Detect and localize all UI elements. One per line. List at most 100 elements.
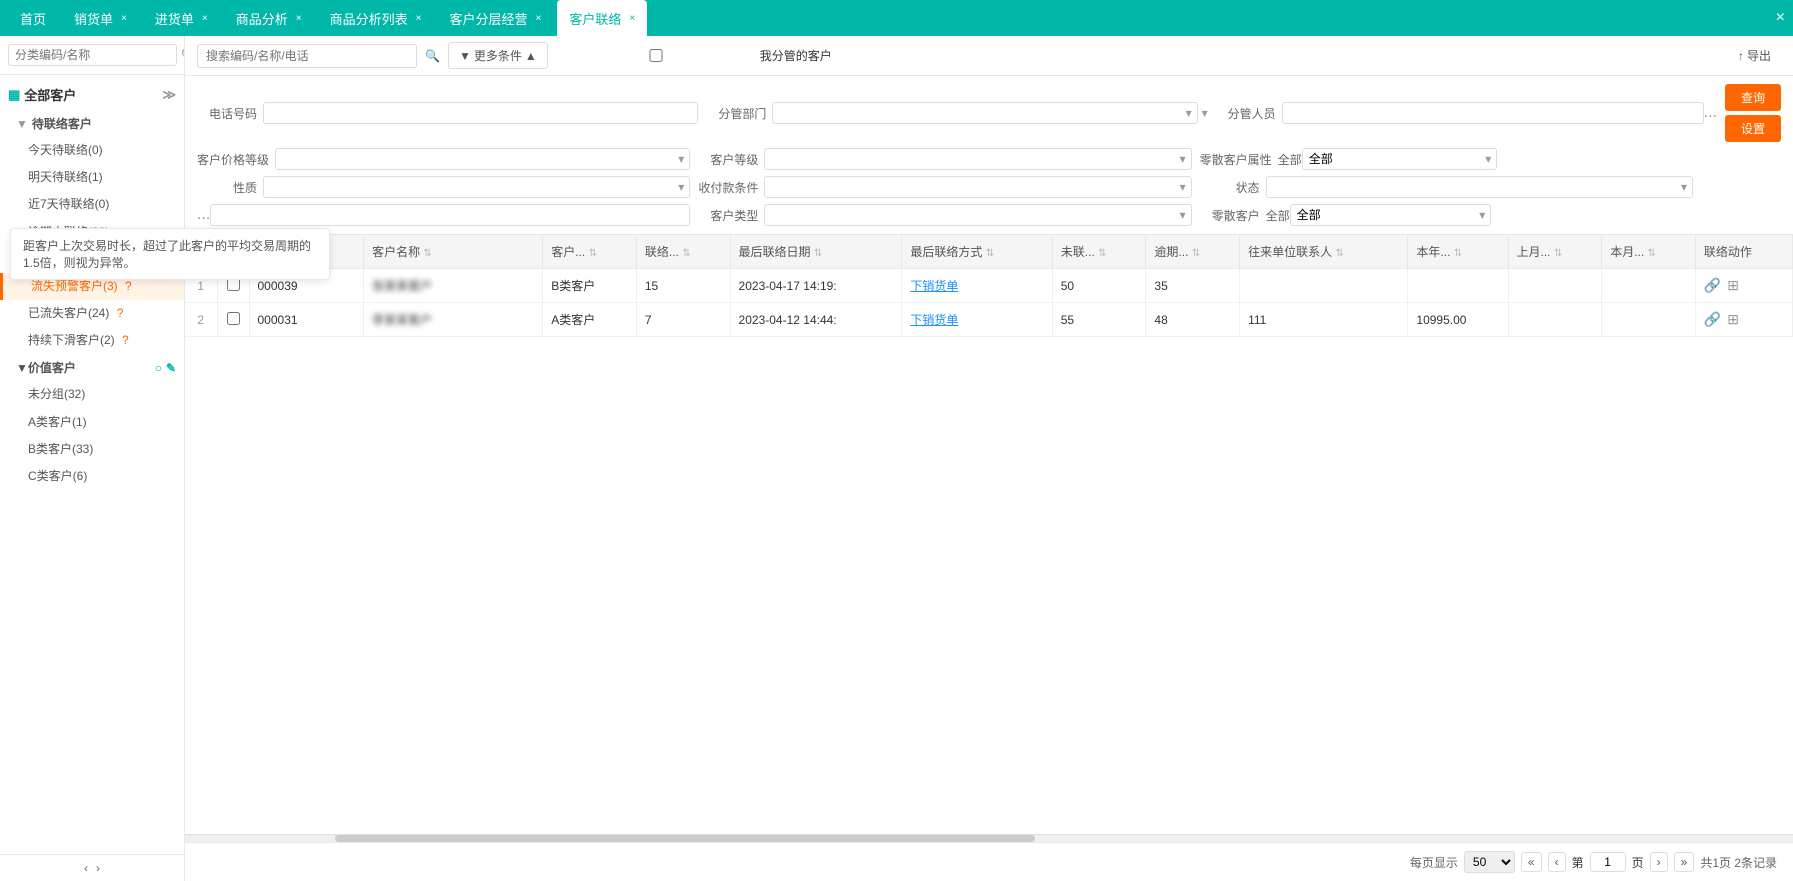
customer-type-label: 客户类型 (698, 207, 758, 224)
manager-label: 分管人员 (1216, 105, 1276, 122)
close-product-list-tab[interactable]: × (416, 13, 422, 24)
contacts-sort-icon: ⇅ (1335, 248, 1343, 259)
all-customers-header[interactable]: ▦ 全部客户 ≫ (0, 79, 184, 110)
close-purchase-tab[interactable]: × (202, 13, 208, 24)
row1-link-icon[interactable]: 🔗 (1704, 277, 1721, 294)
col-this-month[interactable]: 本月... ⇅ (1602, 235, 1696, 269)
customer-type-select[interactable] (764, 204, 1191, 226)
sidebar-search-input[interactable] (8, 44, 177, 66)
sidebar-item-lost-customers[interactable]: 已流失客户(24) ? (0, 300, 184, 327)
uncontacted-header: 未联... (1061, 245, 1095, 259)
col-last-month[interactable]: 上月... ⇅ (1508, 235, 1602, 269)
sidebar-item-today[interactable]: 今天待联络(0) (0, 137, 184, 164)
misc1-more-icon[interactable]: ... (197, 207, 210, 223)
misc1-input[interactable] (210, 204, 690, 226)
section-pending-contact[interactable]: ▼ 待联络客户 (0, 110, 184, 137)
filter-status: 状态 (1200, 176, 1693, 198)
sidebar-item-class-b[interactable]: B类客户(33) (0, 436, 184, 463)
col-last-method[interactable]: 最后联络方式 ⇅ (902, 235, 1052, 269)
contact-sort-icon: ⇅ (682, 248, 690, 259)
manager-input[interactable] (1282, 102, 1704, 124)
sidebar-item-class-c[interactable]: C类客户(6) (0, 463, 184, 490)
tab-customer-segment[interactable]: 客户分层经营 × (437, 0, 553, 36)
tab-customer-contact[interactable]: 客户联络 × (557, 0, 647, 36)
col-overdue[interactable]: 逾期... ⇅ (1146, 235, 1240, 269)
this-month-sort-icon: ⇅ (1648, 248, 1656, 259)
manager-more-icon[interactable]: ... (1704, 105, 1717, 121)
search-icon[interactable]: 🔍 (425, 49, 440, 63)
prev-page-btn[interactable]: ‹ (1548, 852, 1566, 872)
nature-select[interactable] (263, 176, 690, 198)
page-input[interactable] (1590, 852, 1626, 872)
retail-attr-select[interactable]: 全部 (1302, 148, 1498, 170)
pencil-icon[interactable]: ✎ (166, 361, 176, 375)
my-customers-checkbox[interactable]: 我分管的客户 (556, 47, 832, 64)
row2-checkbox[interactable] (217, 303, 249, 337)
retail-customer-select[interactable]: 全部 (1290, 204, 1492, 226)
sidebar-item-ungrouped[interactable]: 未分组(32) (0, 381, 184, 408)
col-last-date[interactable]: 最后联络日期 ⇅ (730, 235, 902, 269)
customer-grade-select[interactable] (764, 148, 1191, 170)
row2-method-link[interactable]: 下销货单 (910, 313, 958, 327)
sidebar-item-class-a[interactable]: A类客户(1) (0, 409, 184, 436)
close-sales-tab[interactable]: × (121, 13, 127, 24)
payment-select[interactable] (764, 176, 1191, 198)
sidebar-item-tomorrow[interactable]: 明天待联络(1) (0, 164, 184, 191)
sidebar: 🔍 ≪ ▦ 全部客户 ≫ ▼ 待联络客户 今天待联络(0) (0, 36, 185, 881)
tab-purchase[interactable]: 进货单 × (143, 0, 220, 36)
per-page-select[interactable]: 20 50 100 200 (1464, 851, 1515, 873)
horizontal-scrollbar[interactable] (185, 834, 1793, 842)
dept-select[interactable] (772, 102, 1197, 124)
sidebar-next-btn[interactable]: › (96, 861, 100, 875)
row1-overdue: 35 (1146, 269, 1240, 303)
tab-product-list[interactable]: 商品分析列表 × (318, 0, 434, 36)
dept-more-icon[interactable]: ▾ (1202, 106, 1208, 120)
sidebar-collapse-btn[interactable]: ≫ (162, 87, 176, 103)
type-header: 客户... (551, 245, 585, 259)
sidebar-item-7days[interactable]: 近7天待联络(0) (0, 191, 184, 218)
row2-action: 🔗 ⊞ (1695, 303, 1792, 337)
sidebar-item-declining-customers[interactable]: 持续下滑客户(2) ? (0, 327, 184, 354)
export-button[interactable]: ↑ 导出 (1728, 43, 1781, 68)
col-uncontacted[interactable]: 未联... ⇅ (1052, 235, 1146, 269)
next-page-btn[interactable]: › (1650, 852, 1668, 872)
query-button[interactable]: 查询 (1725, 84, 1781, 111)
row2-last-method[interactable]: 下销货单 (902, 303, 1052, 337)
retail-customer-label: 零散客户 (1200, 207, 1260, 224)
tab-home[interactable]: 首页 (8, 0, 58, 36)
close-all-button[interactable]: × (1776, 9, 1785, 27)
col-name[interactable]: 客户名称 ⇅ (364, 235, 543, 269)
close-customer-contact-tab[interactable]: × (629, 13, 635, 24)
col-this-year[interactable]: 本年... ⇅ (1408, 235, 1508, 269)
status-select[interactable] (1266, 176, 1693, 198)
tab-product-analysis[interactable]: 商品分析 × (224, 0, 314, 36)
close-customer-segment-tab[interactable]: × (535, 13, 541, 24)
row1-grid-icon[interactable]: ⊞ (1727, 277, 1739, 294)
col-contact-num[interactable]: 联络... ⇅ (636, 235, 730, 269)
search-input[interactable] (197, 44, 417, 68)
row1-last-method[interactable]: 下销货单 (902, 269, 1052, 303)
last-page-btn[interactable]: » (1674, 852, 1695, 872)
row1-method-link[interactable]: 下销货单 (910, 279, 958, 293)
my-customers-check[interactable] (556, 49, 756, 62)
circle-icon[interactable]: ○ (155, 361, 162, 375)
row2-grid-icon[interactable]: ⊞ (1727, 311, 1739, 328)
col-contacts[interactable]: 往来单位联系人 ⇅ (1240, 235, 1408, 269)
row2-check[interactable] (227, 312, 240, 325)
sidebar-prev-btn[interactable]: ‹ (84, 861, 88, 875)
section-value-customers[interactable]: ▼ 价值客户 ○ ✎ (0, 354, 184, 381)
row2-this-year: 10995.00 (1408, 303, 1508, 337)
arrow-value-icon: ▼ (16, 361, 28, 375)
more-conditions-btn[interactable]: ▼ 更多条件 ▲ (448, 42, 548, 69)
scrollbar-thumb[interactable] (335, 835, 1035, 842)
export-icon: ↑ (1738, 49, 1744, 63)
row1-contacts (1240, 269, 1408, 303)
close-product-analysis-tab[interactable]: × (296, 13, 302, 24)
settings-button[interactable]: 设置 (1725, 115, 1781, 142)
first-page-btn[interactable]: « (1521, 852, 1542, 872)
row2-link-icon[interactable]: 🔗 (1704, 311, 1721, 328)
price-grade-select[interactable] (275, 148, 690, 170)
col-type[interactable]: 客户... ⇅ (543, 235, 637, 269)
tab-sales[interactable]: 销货单 × (62, 0, 139, 36)
phone-input[interactable] (263, 102, 698, 124)
